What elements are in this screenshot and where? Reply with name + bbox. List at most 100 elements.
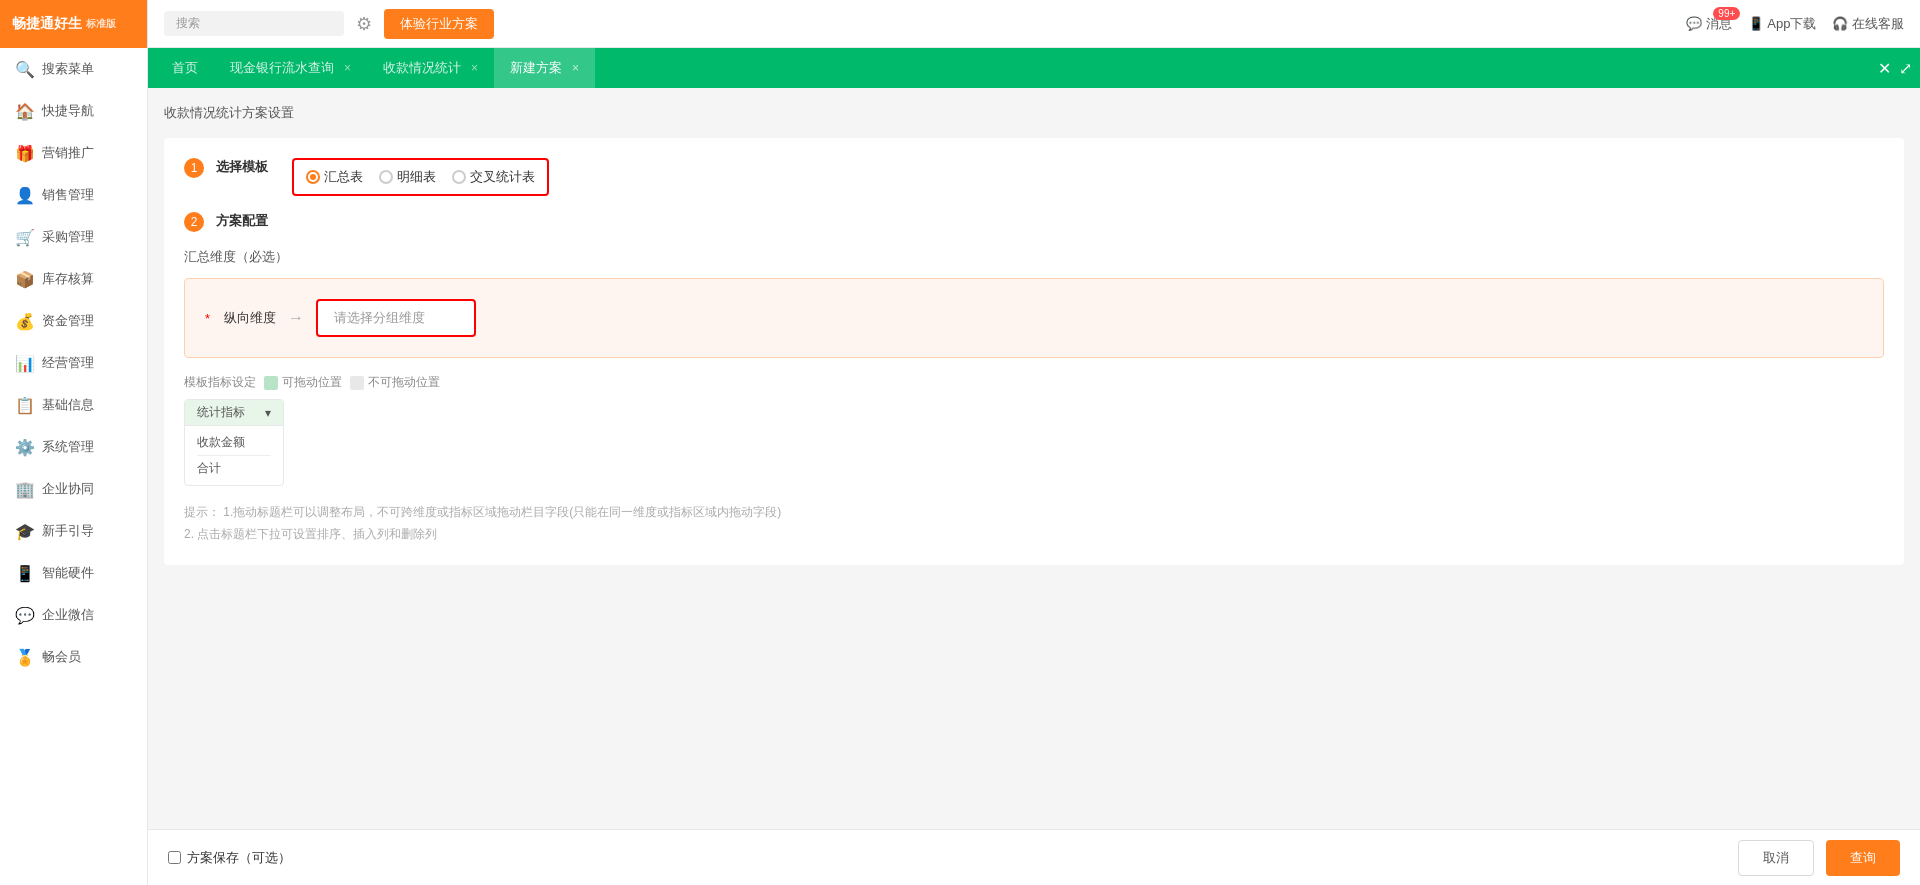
tabs-window-actions: ✕ ⤢ (1878, 59, 1912, 78)
metrics-label-row: 模板指标设定 可拖动位置 不可拖动位置 (184, 374, 1884, 391)
sidebar-item-purchase[interactable]: 🛒 采购管理 (0, 216, 147, 258)
finance-icon: 💰 (16, 312, 34, 330)
footer-actions: 取消 查询 (1738, 840, 1900, 876)
step1-row: 1 选择模板 汇总表 明细表 交叉统计表 (184, 158, 1884, 196)
query-button[interactable]: 查询 (1826, 840, 1900, 876)
tab-home[interactable]: 首页 (156, 48, 214, 88)
maximize-window-icon[interactable]: ⤢ (1899, 59, 1912, 78)
tab-home-label: 首页 (172, 59, 198, 77)
sidebar-item-label: 营销推广 (42, 144, 94, 162)
marketing-icon: 🎁 (16, 144, 34, 162)
save-checkbox[interactable] (168, 851, 181, 864)
step1-num: 1 (184, 158, 204, 178)
tab-new-plan[interactable]: 新建方案 × (494, 48, 595, 88)
app-logo: 畅捷通好生 标准版 (0, 0, 147, 48)
sidebar-item-label: 基础信息 (42, 396, 94, 414)
sidebar-item-marketing[interactable]: 🎁 营销推广 (0, 132, 147, 174)
breadcrumb: 收款情况统计方案设置 (164, 104, 1904, 122)
save-checkbox-row: 方案保存（可选） (168, 849, 291, 867)
basic-info-icon: 📋 (16, 396, 34, 414)
radio-detail[interactable]: 明细表 (379, 168, 436, 186)
download-link[interactable]: 📱 App下载 (1748, 15, 1816, 33)
sidebar-item-label: 库存核算 (42, 270, 94, 288)
sidebar-item-label: 企业微信 (42, 606, 94, 624)
metrics-config-label: 模板指标设定 (184, 374, 256, 391)
trial-button[interactable]: 体验行业方案 (384, 9, 494, 39)
non-draggable-box (350, 376, 364, 390)
purchase-icon: 🛒 (16, 228, 34, 246)
tip-1: 提示： 1.拖动标题栏可以调整布局，不可跨维度或指标区域拖动栏目字段(只能在同一… (184, 502, 1884, 524)
operations-icon: 📊 (16, 354, 34, 372)
sidebar-item-finance[interactable]: 💰 资金管理 (0, 300, 147, 342)
tab-collection-stats[interactable]: 收款情况统计 × (367, 48, 494, 88)
gear-icon[interactable]: ⚙ (356, 13, 372, 35)
member-icon: 🏅 (16, 648, 34, 666)
radio-crosstab-label: 交叉统计表 (470, 168, 535, 186)
support-link[interactable]: 🎧 在线客服 (1832, 15, 1904, 33)
sidebar-item-label: 畅会员 (42, 648, 81, 666)
tab-new-plan-close[interactable]: × (572, 61, 579, 75)
tab-bar: 首页 现金银行流水查询 × 收款情况统计 × 新建方案 × ✕ ⤢ (148, 48, 1920, 88)
message-badge[interactable]: 💬 消息 99+ (1686, 15, 1732, 33)
stats-group-header: 统计指标 ▾ (185, 400, 283, 426)
enterprise-icon: 🏢 (16, 480, 34, 498)
search-placeholder: 搜索 (176, 16, 200, 30)
sidebar-item-member[interactable]: 🏅 畅会员 (0, 636, 147, 678)
sidebar-item-label: 销售管理 (42, 186, 94, 204)
sidebar-item-basic-info[interactable]: 📋 基础信息 (0, 384, 147, 426)
download-icon: 📱 (1748, 16, 1764, 31)
tab-cash-bank[interactable]: 现金银行流水查询 × (214, 48, 367, 88)
sidebar-item-quick-nav[interactable]: 🏠 快捷导航 (0, 90, 147, 132)
draggable-box (264, 376, 278, 390)
stats-group-dropdown-icon[interactable]: ▾ (265, 406, 271, 420)
stats-subtotal: 合计 (197, 456, 271, 481)
arrow-icon: → (288, 309, 304, 327)
sidebar-item-label: 经营管理 (42, 354, 94, 372)
footer: 方案保存（可选） 取消 查询 (148, 829, 1920, 885)
header: 搜索 ⚙ 体验行业方案 💬 消息 99+ 📱 App下载 🎧 在线客服 (148, 0, 1920, 48)
beginner-icon: 🎓 (16, 522, 34, 540)
required-star: * (205, 311, 210, 326)
settings-card: 1 选择模板 汇总表 明细表 交叉统计表 (164, 138, 1904, 565)
dim-title: 汇总维度（必选） (184, 248, 1884, 266)
step2-row: 2 方案配置 (184, 212, 1884, 232)
cancel-button[interactable]: 取消 (1738, 840, 1814, 876)
radio-detail-circle (379, 170, 393, 184)
sidebar-item-sales[interactable]: 👤 销售管理 (0, 174, 147, 216)
non-draggable-label: 不可拖动位置 (368, 374, 440, 391)
sidebar-item-inventory[interactable]: 📦 库存核算 (0, 258, 147, 300)
tab-cash-bank-close[interactable]: × (344, 61, 351, 75)
close-window-icon[interactable]: ✕ (1878, 59, 1891, 78)
sidebar-item-smart-hw[interactable]: 📱 智能硬件 (0, 552, 147, 594)
sidebar-item-beginner[interactable]: 🎓 新手引导 (0, 510, 147, 552)
radio-crosstab[interactable]: 交叉统计表 (452, 168, 535, 186)
sidebar-item-label: 新手引导 (42, 522, 94, 540)
step1-label: 选择模板 (216, 158, 268, 176)
tab-collection-stats-close[interactable]: × (471, 61, 478, 75)
radio-summary[interactable]: 汇总表 (306, 168, 363, 186)
sidebar-item-wechat[interactable]: 💬 企业微信 (0, 594, 147, 636)
tab-new-plan-label: 新建方案 (510, 59, 562, 77)
non-draggable-indicator: 不可拖动位置 (350, 374, 440, 391)
app-version: 标准版 (86, 17, 116, 31)
save-label: 方案保存（可选） (187, 849, 291, 867)
sidebar-item-search-menu[interactable]: 🔍 搜索菜单 (0, 48, 147, 90)
tab-collection-stats-label: 收款情况统计 (383, 59, 461, 77)
stats-group-label: 统计指标 (197, 404, 245, 421)
dim-area: * 纵向维度 → 请选择分组维度 (184, 278, 1884, 358)
sidebar-item-operations[interactable]: 📊 经营管理 (0, 342, 147, 384)
stats-group-body: 收款金额 合计 (185, 426, 283, 485)
support-label: 在线客服 (1852, 16, 1904, 31)
radio-summary-label: 汇总表 (324, 168, 363, 186)
app-name: 畅捷通好生 (12, 15, 82, 33)
system-icon: ⚙️ (16, 438, 34, 456)
metrics-area: 模板指标设定 可拖动位置 不可拖动位置 统计指标 ▾ (184, 374, 1884, 486)
header-left: 搜索 ⚙ 体验行业方案 (164, 9, 494, 39)
sidebar-item-system[interactable]: ⚙️ 系统管理 (0, 426, 147, 468)
config-section: 汇总维度（必选） * 纵向维度 → 请选择分组维度 模板指标设定 (184, 248, 1884, 545)
sidebar-item-enterprise[interactable]: 🏢 企业协同 (0, 468, 147, 510)
sidebar-item-label: 采购管理 (42, 228, 94, 246)
header-search: 搜索 (164, 11, 344, 36)
sidebar: 畅捷通好生 标准版 🔍 搜索菜单 🏠 快捷导航 🎁 营销推广 👤 销售管理 🛒 … (0, 0, 148, 885)
dim-select[interactable]: 请选择分组维度 (316, 299, 476, 337)
